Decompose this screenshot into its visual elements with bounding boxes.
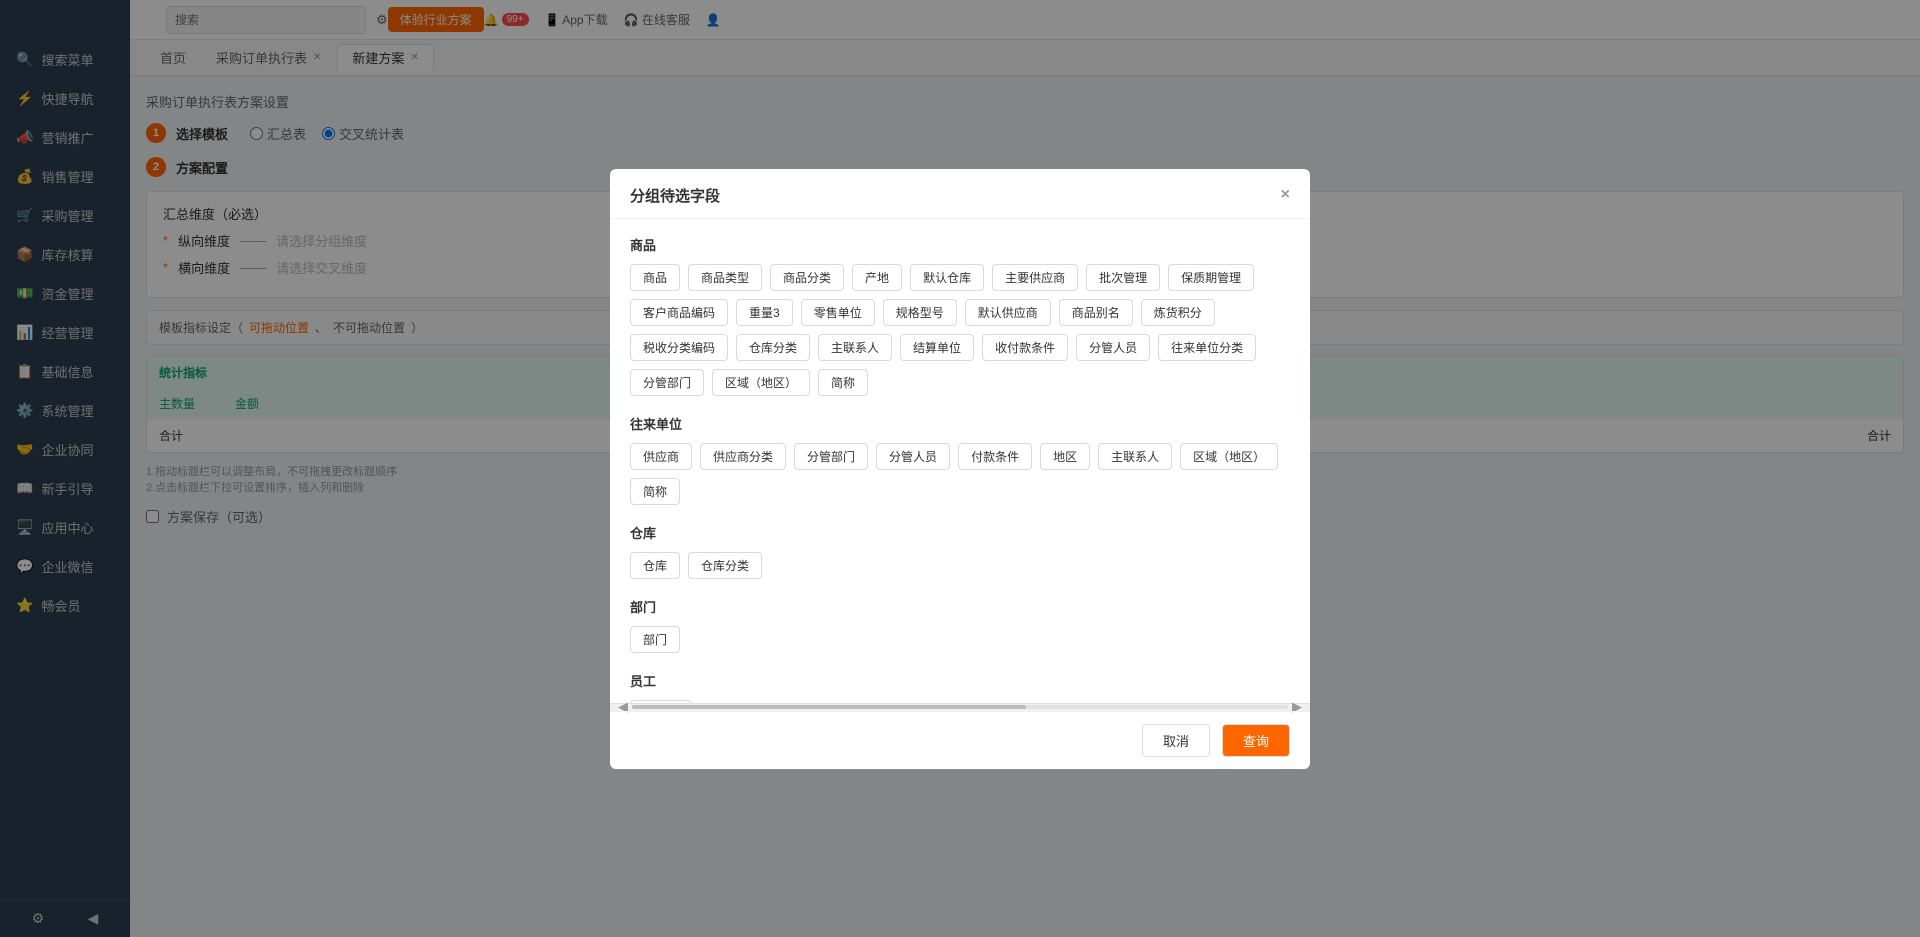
cancel-button[interactable]: 取消 — [1142, 724, 1210, 757]
field-tag-goods-0[interactable]: 商品 — [630, 264, 680, 291]
field-tag-goods-18[interactable]: 结算单位 — [900, 334, 974, 361]
field-tag-goods-12[interactable]: 默认供应商 — [965, 299, 1051, 326]
field-tag-goods-17[interactable]: 主联系人 — [818, 334, 892, 361]
section-tags-goods: 商品商品类型商品分类产地默认仓库主要供应商批次管理保质期管理客户商品编码重量3 零… — [630, 264, 1290, 396]
field-tag-goods-24[interactable]: 简称 — [818, 369, 868, 396]
field-tag-goods-2[interactable]: 商品分类 — [770, 264, 844, 291]
modal-body: 商品商品商品类型商品分类产地默认仓库主要供应商批次管理保质期管理客户商品编码重量… — [610, 219, 1310, 703]
section-employee: 员工业务员 — [630, 671, 1290, 703]
field-tag-goods-19[interactable]: 收付款条件 — [982, 334, 1068, 361]
field-tag-goods-21[interactable]: 往来单位分类 — [1158, 334, 1256, 361]
field-tag-partner-3[interactable]: 分管人员 — [876, 443, 950, 470]
field-tag-goods-7[interactable]: 保质期管理 — [1168, 264, 1254, 291]
field-tag-goods-9[interactable]: 重量3 — [736, 299, 793, 326]
field-tag-warehouse-0[interactable]: 仓库 — [630, 552, 680, 579]
hscroll-thumb[interactable] — [632, 705, 1026, 709]
field-tag-goods-8[interactable]: 客户商品编码 — [630, 299, 728, 326]
field-tag-warehouse-1[interactable]: 仓库分类 — [688, 552, 762, 579]
section-tags-partner: 供应商供应商分类分管部门分管人员付款条件地区主联系人区域（地区） 简称 — [630, 443, 1290, 505]
field-tag-goods-16[interactable]: 仓库分类 — [736, 334, 810, 361]
field-tag-goods-4[interactable]: 默认仓库 — [910, 264, 984, 291]
hscroll-track — [632, 705, 1288, 709]
section-tags-department: 部门 — [630, 626, 1290, 653]
modal-overlay: 分组待选字段 × 商品商品商品类型商品分类产地默认仓库主要供应商批次管理保质期管… — [0, 0, 1920, 937]
field-tag-goods-15[interactable]: 税收分类编码 — [630, 334, 728, 361]
field-tag-goods-13[interactable]: 商品别名 — [1059, 299, 1133, 326]
field-tag-goods-22[interactable]: 分管部门 — [630, 369, 704, 396]
confirm-button[interactable]: 查询 — [1222, 724, 1290, 757]
field-tag-partner-4[interactable]: 付款条件 — [958, 443, 1032, 470]
field-tag-partner-1[interactable]: 供应商分类 — [700, 443, 786, 470]
section-tags-warehouse: 仓库仓库分类 — [630, 552, 1290, 579]
field-tag-partner-7[interactable]: 区域（地区） — [1180, 443, 1278, 470]
section-title-partner: 往来单位 — [630, 414, 1290, 433]
field-tag-partner-2[interactable]: 分管部门 — [794, 443, 868, 470]
modal-title: 分组待选字段 — [630, 185, 720, 206]
section-title-department: 部门 — [630, 597, 1290, 616]
modal-header: 分组待选字段 × — [610, 169, 1310, 219]
field-tag-goods-23[interactable]: 区域（地区） — [712, 369, 810, 396]
field-tag-partner-5[interactable]: 地区 — [1040, 443, 1090, 470]
section-title-employee: 员工 — [630, 671, 1290, 690]
field-tag-goods-10[interactable]: 零售单位 — [801, 299, 875, 326]
field-tag-goods-6[interactable]: 批次管理 — [1086, 264, 1160, 291]
field-tag-partner-0[interactable]: 供应商 — [630, 443, 692, 470]
section-warehouse: 仓库仓库仓库分类 — [630, 523, 1290, 579]
field-tag-department-0[interactable]: 部门 — [630, 626, 680, 653]
field-tag-partner-6[interactable]: 主联系人 — [1098, 443, 1172, 470]
field-tag-goods-5[interactable]: 主要供应商 — [992, 264, 1078, 291]
section-partner: 往来单位供应商供应商分类分管部门分管人员付款条件地区主联系人区域（地区） 简称 — [630, 414, 1290, 505]
field-tag-partner-8[interactable]: 简称 — [630, 478, 680, 505]
field-select-modal: 分组待选字段 × 商品商品商品类型商品分类产地默认仓库主要供应商批次管理保质期管… — [610, 169, 1310, 769]
field-tag-goods-1[interactable]: 商品类型 — [688, 264, 762, 291]
modal-close-button[interactable]: × — [1281, 186, 1290, 204]
section-title-warehouse: 仓库 — [630, 523, 1290, 542]
section-department: 部门部门 — [630, 597, 1290, 653]
field-tag-goods-14[interactable]: 炼货积分 — [1141, 299, 1215, 326]
field-tag-goods-11[interactable]: 规格型号 — [883, 299, 957, 326]
section-goods: 商品商品商品类型商品分类产地默认仓库主要供应商批次管理保质期管理客户商品编码重量… — [630, 235, 1290, 396]
section-title-goods: 商品 — [630, 235, 1290, 254]
modal-footer: 取消 查询 — [610, 711, 1310, 769]
field-tag-goods-20[interactable]: 分管人员 — [1076, 334, 1150, 361]
modal-horizontal-scrollbar[interactable]: ◀ ▶ — [610, 703, 1310, 711]
field-tag-goods-3[interactable]: 产地 — [852, 264, 902, 291]
